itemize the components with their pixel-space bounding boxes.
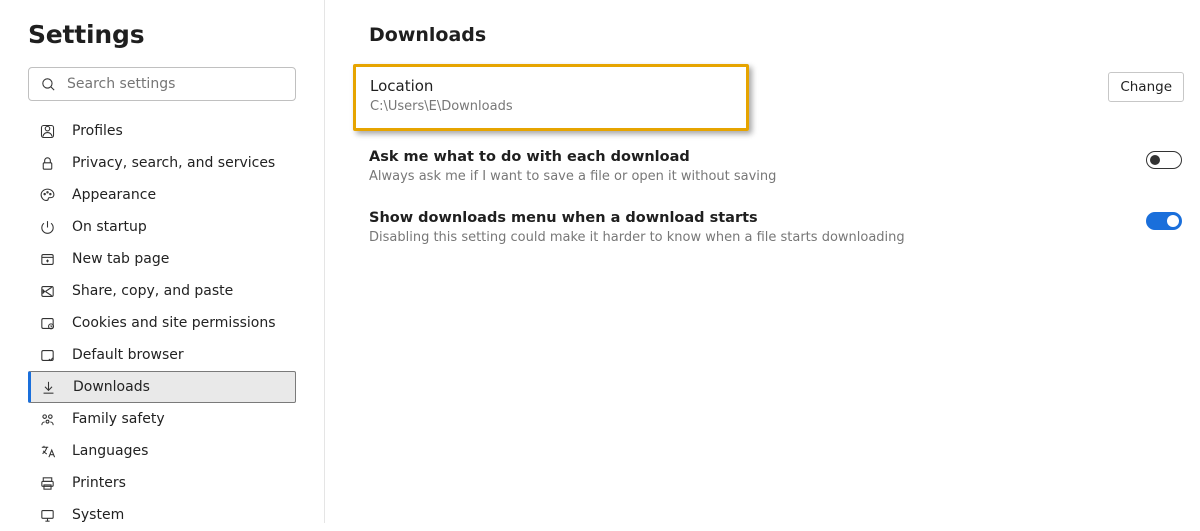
sidebar-item-privacy[interactable]: Privacy, search, and services (28, 147, 296, 179)
newtab-icon (38, 250, 56, 268)
ask-toggle[interactable] (1146, 151, 1182, 169)
sidebar-item-profiles[interactable]: Profiles (28, 115, 296, 147)
sidebar-item-languages[interactable]: Languages (28, 435, 296, 467)
permissions-icon (38, 314, 56, 332)
sidebar-item-printers[interactable]: Printers (28, 467, 296, 499)
profile-icon (38, 122, 56, 140)
show-menu-desc: Disabling this setting could make it har… (369, 230, 905, 245)
sidebar-item-share[interactable]: Share, copy, and paste (28, 275, 296, 307)
browser-check-icon (38, 346, 56, 364)
search-icon (39, 75, 57, 93)
location-card-highlight: Location C:\Users\E\Downloads (353, 64, 749, 131)
sidebar-item-cookies[interactable]: Cookies and site permissions (28, 307, 296, 339)
sidebar-item-label: Languages (72, 443, 148, 459)
sidebar-item-label: Privacy, search, and services (72, 155, 275, 171)
sidebar-item-label: Printers (72, 475, 126, 491)
page-title: Settings (28, 20, 296, 49)
ask-download-row: Ask me what to do with each download Alw… (369, 139, 1184, 200)
system-icon (38, 506, 56, 524)
show-menu-title: Show downloads menu when a download star… (369, 210, 905, 226)
sidebar-item-default-browser[interactable]: Default browser (28, 339, 296, 371)
change-location-button[interactable]: Change (1108, 72, 1184, 102)
sidebar-item-appearance[interactable]: Appearance (28, 179, 296, 211)
location-path: C:\Users\E\Downloads (370, 99, 732, 114)
sidebar-item-label: New tab page (72, 251, 169, 267)
sidebar-item-newtab[interactable]: New tab page (28, 243, 296, 275)
sidebar-item-startup[interactable]: On startup (28, 211, 296, 243)
lock-icon (38, 154, 56, 172)
show-menu-toggle[interactable] (1146, 212, 1182, 230)
sidebar-item-label: On startup (72, 219, 147, 235)
sidebar-item-label: Share, copy, and paste (72, 283, 233, 299)
show-menu-row: Show downloads menu when a download star… (369, 200, 1184, 261)
settings-sidebar: Settings Profiles Privacy, search, and s… (0, 0, 325, 523)
main-heading: Downloads (369, 24, 1184, 46)
family-icon (38, 410, 56, 428)
location-text: Location C:\Users\E\Downloads (370, 77, 732, 114)
search-box[interactable] (28, 67, 296, 101)
main-content: Downloads Location C:\Users\E\Downloads … (325, 0, 1200, 523)
sidebar-item-label: Family safety (72, 411, 165, 427)
sidebar-item-label: Appearance (72, 187, 156, 203)
sidebar-item-label: System (72, 507, 124, 523)
sidebar-item-downloads[interactable]: Downloads (28, 371, 296, 403)
printer-icon (38, 474, 56, 492)
sidebar-item-family[interactable]: Family safety (28, 403, 296, 435)
sidebar-item-system[interactable]: System (28, 499, 296, 531)
ask-title: Ask me what to do with each download (369, 149, 776, 165)
search-input[interactable] (67, 76, 285, 92)
language-icon (38, 442, 56, 460)
settings-nav: Profiles Privacy, search, and services A… (28, 115, 296, 531)
sidebar-item-label: Profiles (72, 123, 123, 139)
ask-desc: Always ask me if I want to save a file o… (369, 169, 776, 184)
palette-icon (38, 186, 56, 204)
sidebar-item-label: Downloads (73, 379, 150, 395)
share-icon (38, 282, 56, 300)
location-title: Location (370, 77, 732, 95)
sidebar-item-label: Default browser (72, 347, 184, 363)
download-icon (39, 378, 57, 396)
power-icon (38, 218, 56, 236)
sidebar-item-label: Cookies and site permissions (72, 315, 276, 331)
